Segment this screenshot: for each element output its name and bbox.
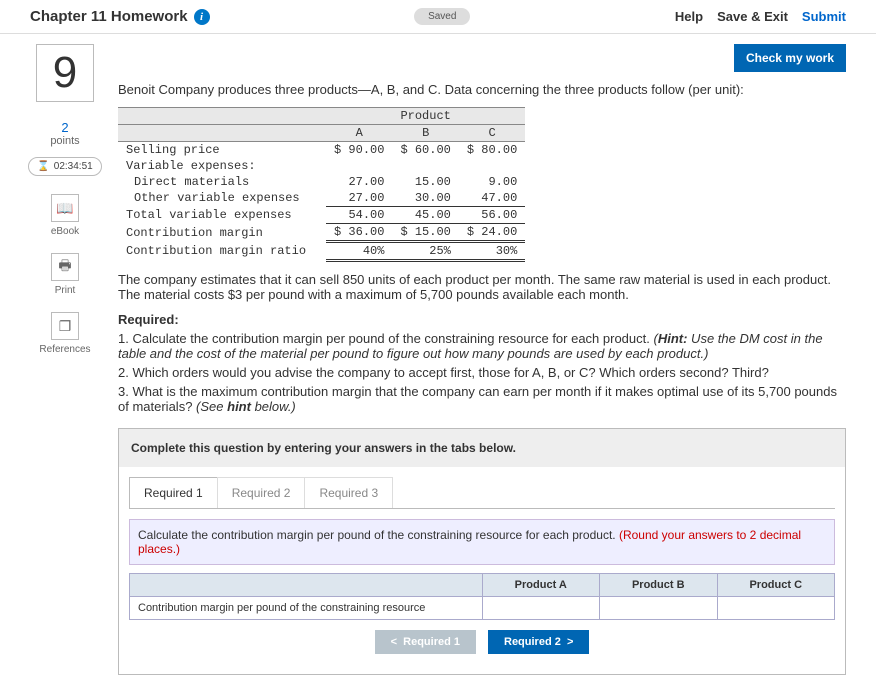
col-c: C — [459, 125, 525, 142]
cell-value: 27.00 — [326, 174, 392, 190]
cell-value: $ 36.00 — [326, 224, 392, 242]
col-a: A — [326, 125, 392, 142]
submit-link[interactable]: Submit — [802, 9, 846, 24]
printer-icon: 🖶 — [51, 253, 79, 281]
timer-pill: ⌛ 02:34:51 — [28, 157, 101, 176]
cell-value — [459, 158, 525, 174]
input-product-b[interactable] — [600, 597, 718, 620]
cell-value: 54.00 — [326, 207, 392, 224]
row-label: Other variable expenses — [118, 190, 326, 207]
main-content: Check my work Benoit Company produces th… — [118, 44, 846, 675]
answer-instructions: Complete this question by entering your … — [119, 429, 845, 467]
help-link[interactable]: Help — [675, 9, 703, 24]
ebook-label: eBook — [51, 226, 79, 237]
table-row: Contribution margin ratio40%25%30% — [118, 242, 525, 261]
question-number: 9 — [36, 44, 94, 102]
calc-instructions: Calculate the contribution margin per po… — [129, 519, 835, 565]
table-row: Variable expenses: — [118, 158, 525, 174]
info-icon[interactable]: i — [194, 9, 210, 25]
print-button[interactable]: 🖶 Print — [51, 253, 79, 296]
cell-value — [392, 158, 458, 174]
col-b: B — [392, 125, 458, 142]
row-label: Variable expenses: — [118, 158, 326, 174]
answer-col-c: Product C — [717, 574, 835, 597]
product-group-header: Product — [326, 108, 525, 125]
problem-intro: Benoit Company produces three products—A… — [118, 82, 846, 97]
table-row: Other variable expenses27.0030.0047.00 — [118, 190, 525, 207]
cell-value: 45.00 — [392, 207, 458, 224]
input-product-c[interactable] — [717, 597, 835, 620]
tab-required-3[interactable]: Required 3 — [304, 477, 393, 508]
answer-tabs: Required 1 Required 2 Required 3 — [129, 477, 835, 509]
row-label: Contribution margin — [118, 224, 326, 242]
timer-value: 02:34:51 — [54, 161, 93, 172]
answer-table: Product A Product B Product C Contributi… — [129, 573, 835, 620]
table-row: Contribution margin$ 36.00$ 15.00$ 24.00 — [118, 224, 525, 242]
book-icon: 📖 — [51, 194, 79, 222]
problem-paragraph: The company estimates that it can sell 8… — [118, 272, 846, 302]
hourglass-icon: ⌛ — [37, 161, 49, 172]
input-product-a[interactable] — [482, 597, 600, 620]
cell-value: 30% — [459, 242, 525, 261]
cell-value: 9.00 — [459, 174, 525, 190]
product-data-table: Product A B C Selling price$ 90.00$ 60.0… — [118, 107, 525, 262]
references-button[interactable]: ❐ References — [39, 312, 90, 355]
required-heading: Required: — [118, 312, 846, 327]
points-label: points — [50, 135, 79, 147]
points-value: 2 — [50, 120, 79, 135]
cell-value: 27.00 — [326, 190, 392, 207]
prev-tab-button[interactable]: < Required 1 — [375, 630, 476, 654]
tab-content: Calculate the contribution margin per po… — [119, 509, 845, 674]
table-row: Total variable expenses54.0045.0056.00 — [118, 207, 525, 224]
table-row: Selling price$ 90.00$ 60.00$ 80.00 — [118, 142, 525, 159]
cell-value: $ 15.00 — [392, 224, 458, 242]
copy-icon: ❐ — [51, 312, 79, 340]
cell-value: $ 90.00 — [326, 142, 392, 159]
cell-value: $ 24.00 — [459, 224, 525, 242]
table-row: Direct materials27.0015.009.00 — [118, 174, 525, 190]
points-block: 2 points — [50, 120, 79, 147]
cell-value: $ 80.00 — [459, 142, 525, 159]
question-sidebar: 9 2 points ⌛ 02:34:51 📖 eBook 🖶 Print ❐ … — [30, 44, 100, 675]
cell-value: 56.00 — [459, 207, 525, 224]
saved-badge: Saved — [414, 8, 470, 25]
tab-required-1[interactable]: Required 1 — [129, 477, 218, 508]
requirement-item: 1. Calculate the contribution margin per… — [118, 331, 846, 361]
check-my-work-button[interactable]: Check my work — [734, 44, 846, 72]
requirement-item: 3. What is the maximum contribution marg… — [118, 384, 846, 414]
tab-nav: < Required 1 Required 2 > — [129, 620, 835, 664]
print-label: Print — [55, 285, 76, 296]
assignment-title: Chapter 11 Homework i — [30, 8, 210, 25]
row-label: Direct materials — [118, 174, 326, 190]
row-label: Contribution margin ratio — [118, 242, 326, 261]
cell-value: 40% — [326, 242, 392, 261]
row-label: Total variable expenses — [118, 207, 326, 224]
cell-value: 47.00 — [459, 190, 525, 207]
cell-value — [326, 158, 392, 174]
answer-col-a: Product A — [482, 574, 600, 597]
top-actions: Help Save & Exit Submit — [675, 9, 846, 24]
row-label: Selling price — [118, 142, 326, 159]
title-text: Chapter 11 Homework — [30, 8, 188, 25]
ebook-button[interactable]: 📖 eBook — [51, 194, 79, 237]
next-tab-button[interactable]: Required 2 > — [488, 630, 589, 654]
cell-value: 15.00 — [392, 174, 458, 190]
cell-value: $ 60.00 — [392, 142, 458, 159]
save-exit-link[interactable]: Save & Exit — [717, 9, 788, 24]
top-bar: Chapter 11 Homework i Saved Help Save & … — [0, 0, 876, 34]
cell-value: 30.00 — [392, 190, 458, 207]
answer-box: Complete this question by entering your … — [118, 428, 846, 675]
answer-row-label: Contribution margin per pound of the con… — [130, 597, 483, 620]
requirement-item: 2. Which orders would you advise the com… — [118, 365, 846, 380]
references-label: References — [39, 344, 90, 355]
tab-required-2[interactable]: Required 2 — [217, 477, 306, 508]
answer-col-b: Product B — [600, 574, 718, 597]
cell-value: 25% — [392, 242, 458, 261]
